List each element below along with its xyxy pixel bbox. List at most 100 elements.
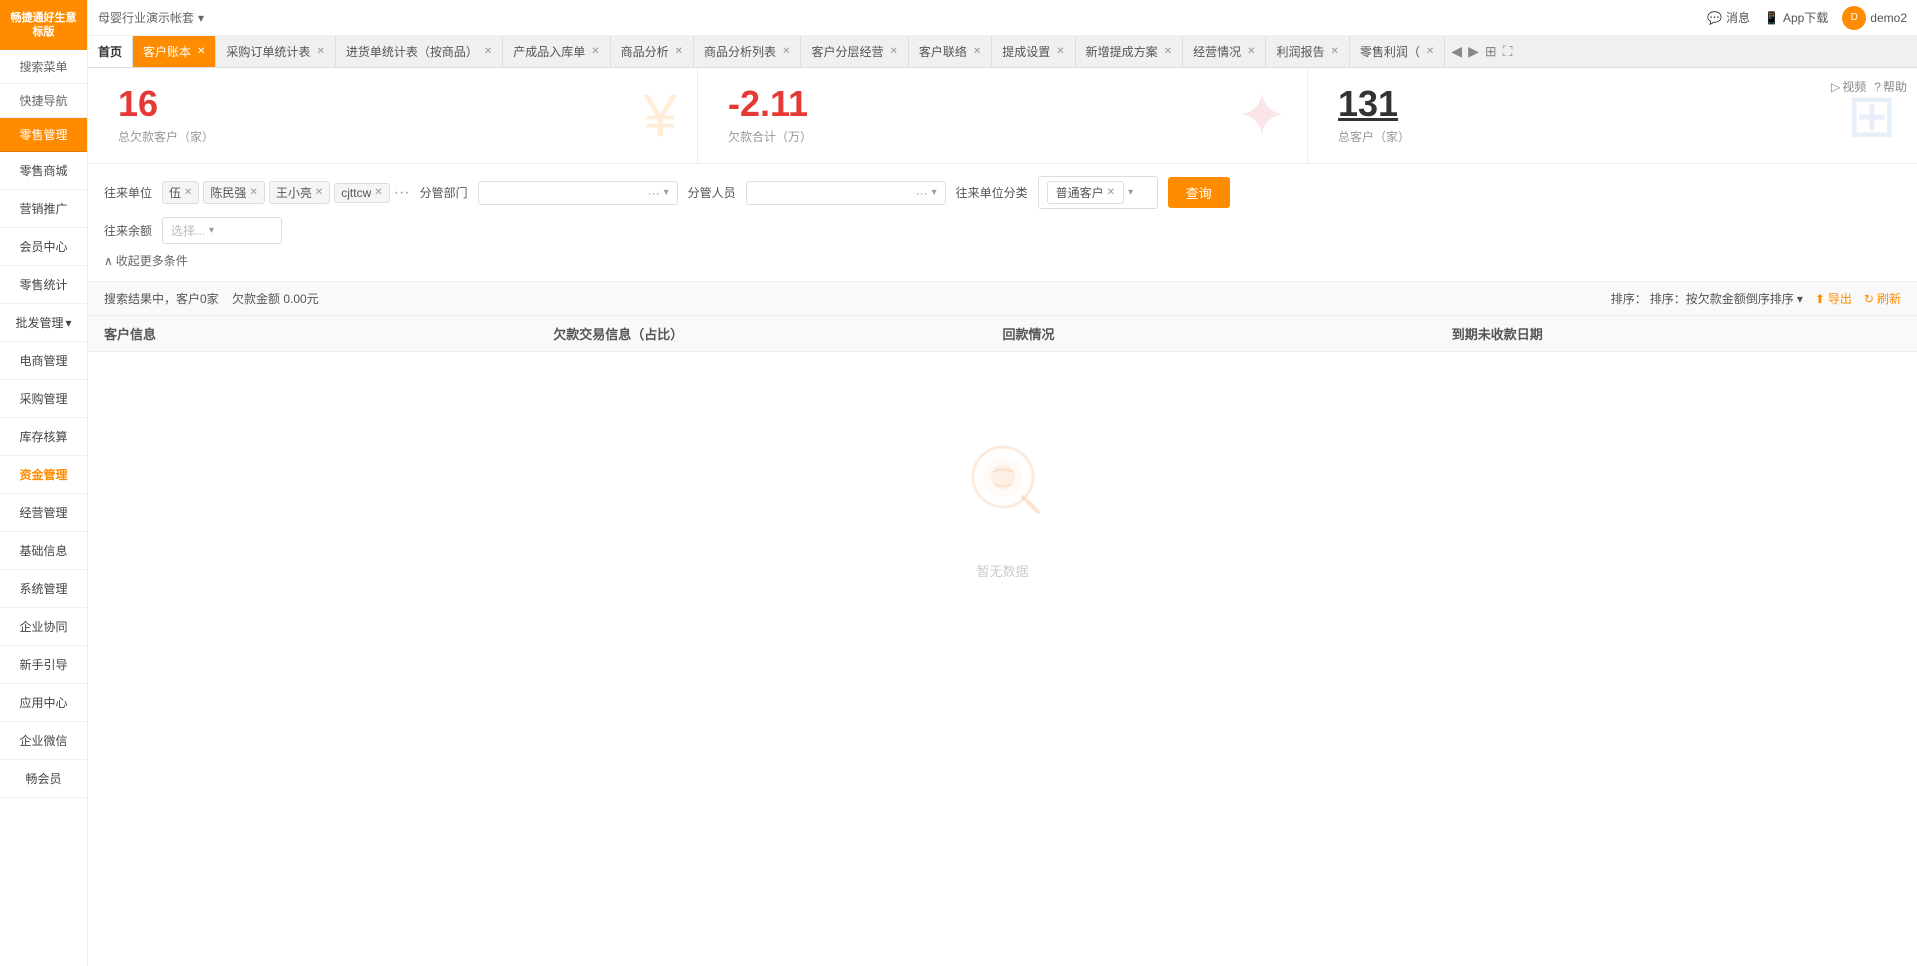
- sidebar-item-capital-mgmt[interactable]: 资金管理: [0, 456, 87, 494]
- filter-tag-1[interactable]: 陈民强 ✕: [203, 181, 264, 204]
- chevron-up-icon: ∧: [104, 254, 113, 268]
- tab-purchase-order[interactable]: 采购订单统计表 ✕: [216, 36, 335, 68]
- stat-card-actions: ▷ 视频 ? 帮助: [1831, 78, 1907, 95]
- tabbar: 首页 客户账本 ✕ 采购订单统计表 ✕ 进货单统计表（按商品） ✕ 产成品入库单…: [88, 36, 1917, 68]
- customers-bg-icon: ¥: [644, 81, 677, 150]
- sidebar-item-system-mgmt[interactable]: 系统管理: [0, 570, 87, 608]
- tab-product-inbound[interactable]: 产成品入库单 ✕: [503, 36, 610, 68]
- sidebar-item-inventory-check[interactable]: 库存核算: [0, 418, 87, 456]
- stat-label-debt: 欠款合计（万）: [728, 128, 812, 145]
- tab-expand-icon[interactable]: ⊞: [1483, 41, 1499, 62]
- tab-customer-account[interactable]: 客户账本 ✕: [133, 36, 216, 68]
- tab-raise-settings[interactable]: 提成设置 ✕: [992, 36, 1075, 68]
- chevron-down-icon: ▾: [198, 11, 204, 25]
- table-col-customer-info: 客户信息: [104, 324, 553, 343]
- tab-home[interactable]: 首页: [88, 36, 133, 68]
- tab-close-icon[interactable]: ✕: [1056, 46, 1064, 57]
- filter-person-select[interactable]: ··· ▾: [746, 181, 946, 205]
- user-profile[interactable]: D demo2: [1842, 6, 1907, 30]
- tab-customer-layer[interactable]: 客户分层经营 ✕: [801, 36, 908, 68]
- filter-person-label: 分管人员: [688, 184, 736, 201]
- filter-category-tag-close[interactable]: ✕: [1107, 187, 1115, 198]
- message-btn[interactable]: 💬 消息: [1707, 9, 1750, 26]
- tab-close-icon[interactable]: ✕: [1164, 46, 1172, 57]
- tab-fullscreen-icon[interactable]: ⛶: [1501, 41, 1515, 62]
- filter-tag-close-2[interactable]: ✕: [315, 187, 323, 198]
- message-icon: 💬: [1707, 11, 1722, 25]
- chevron-down-icon: ▾: [1128, 187, 1133, 198]
- query-button[interactable]: 查询: [1168, 177, 1230, 208]
- refresh-btn[interactable]: ↻ 刷新: [1864, 290, 1901, 307]
- filter-tag-close-0[interactable]: ✕: [184, 187, 192, 198]
- app-download-btn[interactable]: 📱 App下载: [1764, 9, 1828, 26]
- sidebar-item-member[interactable]: 畅会员: [0, 760, 87, 798]
- sort-select[interactable]: 排序： 排序：按欠款金额倒序排序 ▾: [1611, 290, 1803, 307]
- chevron-down-icon: ▾: [1797, 292, 1803, 306]
- results-right: 排序： 排序：按欠款金额倒序排序 ▾ ⬆ 导出 ↻ 刷新: [1611, 290, 1901, 307]
- tab-close-icon[interactable]: ✕: [675, 46, 683, 57]
- tab-customer-contact[interactable]: 客户联络 ✕: [909, 36, 992, 68]
- tab-close-icon[interactable]: ✕: [1331, 46, 1339, 57]
- sort-label: 排序：: [1611, 290, 1647, 307]
- filter-category-select[interactable]: 普通客户 ✕ ▾: [1038, 176, 1158, 209]
- sidebar-logo-text: 畅捷通好生意 标版: [11, 11, 77, 40]
- sidebar-item-retail-mall[interactable]: 零售商城: [0, 152, 87, 190]
- filter-tag-2[interactable]: 王小亮 ✕: [269, 181, 330, 204]
- tab-close-icon[interactable]: ✕: [782, 46, 790, 57]
- tab-goods-analysis[interactable]: 商品分析 ✕: [611, 36, 694, 68]
- topbar-left: 母婴行业演示帐套 ▾: [98, 9, 204, 26]
- sidebar-item-enterprise-wechat[interactable]: 企业微信: [0, 722, 87, 760]
- filter-bar: 往来单位 伍 ✕ 陈民强 ✕ 王小亮 ✕ cjttcw: [88, 164, 1917, 282]
- tab-next-arrow[interactable]: ▶: [1466, 41, 1481, 62]
- filter-dept-dots[interactable]: ···: [648, 186, 660, 200]
- tab-close-icon[interactable]: ✕: [1247, 46, 1255, 57]
- export-btn[interactable]: ⬆ 导出: [1815, 290, 1852, 307]
- tab-close-icon[interactable]: ✕: [973, 46, 981, 57]
- filter-category-label: 往来单位分类: [956, 184, 1028, 201]
- collapse-filter-btn[interactable]: ∧ 收起更多条件: [104, 252, 188, 269]
- sidebar-item-basic-info[interactable]: 基础信息: [0, 532, 87, 570]
- filter-balance-select[interactable]: 选择... ▾: [162, 217, 282, 244]
- tab-retail-profit[interactable]: 零售利润（ ✕: [1350, 36, 1445, 68]
- empty-icon: [953, 432, 1053, 551]
- sidebar-item-ecommerce-mgmt[interactable]: 电商管理: [0, 342, 87, 380]
- tab-goods-analysis-list[interactable]: 商品分析列表 ✕: [694, 36, 801, 68]
- help-btn[interactable]: ? 帮助: [1874, 78, 1907, 95]
- page-content: 16 总欠款客户（家） ¥ -2.11 欠款合计（万） ✦ 131 总客户（家）…: [88, 68, 1917, 966]
- sidebar-item-purchase-mgmt[interactable]: 采购管理: [0, 380, 87, 418]
- sidebar-retail-mgmt[interactable]: 零售管理: [0, 118, 87, 152]
- tab-close-icon[interactable]: ✕: [1426, 46, 1434, 57]
- sidebar-item-member-center[interactable]: 会员中心: [0, 228, 87, 266]
- sidebar-item-operation-mgmt[interactable]: 经营管理: [0, 494, 87, 532]
- filter-tag-3[interactable]: cjttcw ✕: [334, 183, 389, 203]
- account-selector[interactable]: 母婴行业演示帐套 ▾: [98, 9, 204, 26]
- sidebar-item-marketing[interactable]: 营销推广: [0, 190, 87, 228]
- tab-close-icon[interactable]: ✕: [316, 46, 324, 57]
- filter-tag-0[interactable]: 伍 ✕: [162, 181, 199, 204]
- filter-person-dots[interactable]: ···: [916, 186, 928, 200]
- tab-close-icon[interactable]: ✕: [484, 46, 492, 57]
- filter-tag-close-1[interactable]: ✕: [249, 187, 257, 198]
- sidebar-item-enterprise-collab[interactable]: 企业协同: [0, 608, 87, 646]
- tab-profit-report[interactable]: 利润报告 ✕: [1266, 36, 1349, 68]
- tab-close-icon[interactable]: ✕: [591, 46, 599, 57]
- table-col-overdue: 到期未收款日期: [1452, 324, 1901, 343]
- tab-prev-arrow[interactable]: ◀: [1449, 41, 1464, 62]
- tab-close-icon[interactable]: ✕: [197, 46, 205, 57]
- sidebar-item-app-center[interactable]: 应用中心: [0, 684, 87, 722]
- sidebar-item-new-guide[interactable]: 新手引导: [0, 646, 87, 684]
- tab-business-situation[interactable]: 经营情况 ✕: [1183, 36, 1266, 68]
- filter-category-tag[interactable]: 普通客户 ✕: [1047, 181, 1124, 204]
- sidebar-item-wholesale-mgmt[interactable]: 批发管理 ▾: [0, 304, 87, 342]
- stat-value-customers: 16: [118, 86, 158, 122]
- tab-new-raise-plan[interactable]: 新增提成方案 ✕: [1076, 36, 1183, 68]
- sidebar-quicknav[interactable]: 快捷导航: [0, 84, 87, 118]
- sidebar-item-retail-stat[interactable]: 零售统计: [0, 266, 87, 304]
- filter-more-tags[interactable]: ···: [394, 184, 410, 202]
- tab-purchase-stat[interactable]: 进货单统计表（按商品） ✕: [336, 36, 503, 68]
- filter-dept-select[interactable]: ··· ▾: [478, 181, 678, 205]
- sidebar-search[interactable]: 搜索菜单: [0, 50, 87, 84]
- tab-close-icon[interactable]: ✕: [889, 46, 897, 57]
- video-btn[interactable]: ▷ 视频: [1831, 78, 1866, 95]
- filter-tag-close-3[interactable]: ✕: [374, 187, 382, 198]
